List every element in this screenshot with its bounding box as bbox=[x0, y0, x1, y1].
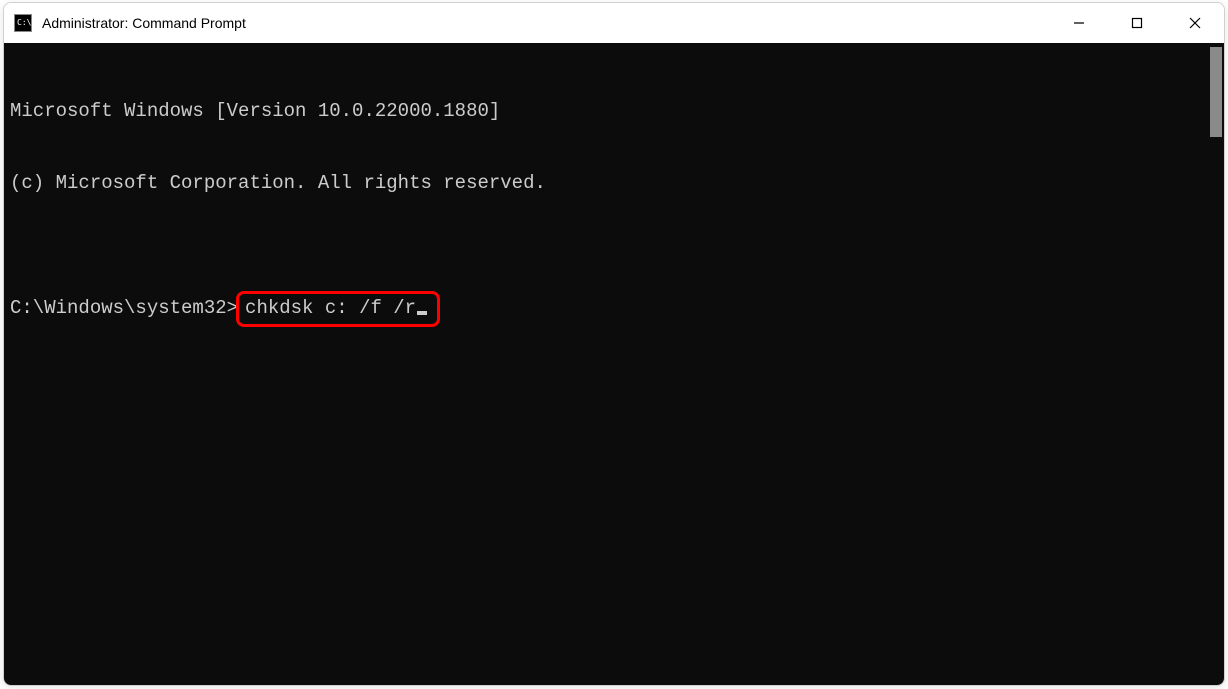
maximize-button[interactable] bbox=[1108, 3, 1166, 43]
window-title: Administrator: Command Prompt bbox=[42, 15, 246, 31]
scrollbar[interactable] bbox=[1210, 47, 1222, 681]
cmd-window: C:\ Administrator: Command Prompt Micros… bbox=[3, 2, 1225, 686]
cmd-icon: C:\ bbox=[14, 14, 32, 32]
command-highlight-box: chkdsk c: /f /r bbox=[236, 291, 440, 327]
prompt-text: C:\Windows\system32> bbox=[10, 296, 238, 320]
terminal-line: (c) Microsoft Corporation. All rights re… bbox=[10, 171, 1206, 195]
close-button[interactable] bbox=[1166, 3, 1224, 43]
terminal-line: Microsoft Windows [Version 10.0.22000.18… bbox=[10, 99, 1206, 123]
command-text: chkdsk c: /f /r bbox=[245, 296, 416, 320]
titlebar[interactable]: C:\ Administrator: Command Prompt bbox=[4, 3, 1224, 43]
window-controls bbox=[1050, 3, 1224, 43]
cursor-icon bbox=[417, 311, 427, 315]
svg-text:C:\: C:\ bbox=[17, 18, 32, 27]
scrollbar-thumb[interactable] bbox=[1210, 47, 1222, 137]
terminal-prompt-line: C:\Windows\system32> chkdsk c: /f /r bbox=[10, 291, 1206, 327]
terminal-content: Microsoft Windows [Version 10.0.22000.18… bbox=[4, 43, 1206, 685]
minimize-button[interactable] bbox=[1050, 3, 1108, 43]
terminal-area[interactable]: Microsoft Windows [Version 10.0.22000.18… bbox=[4, 43, 1224, 685]
